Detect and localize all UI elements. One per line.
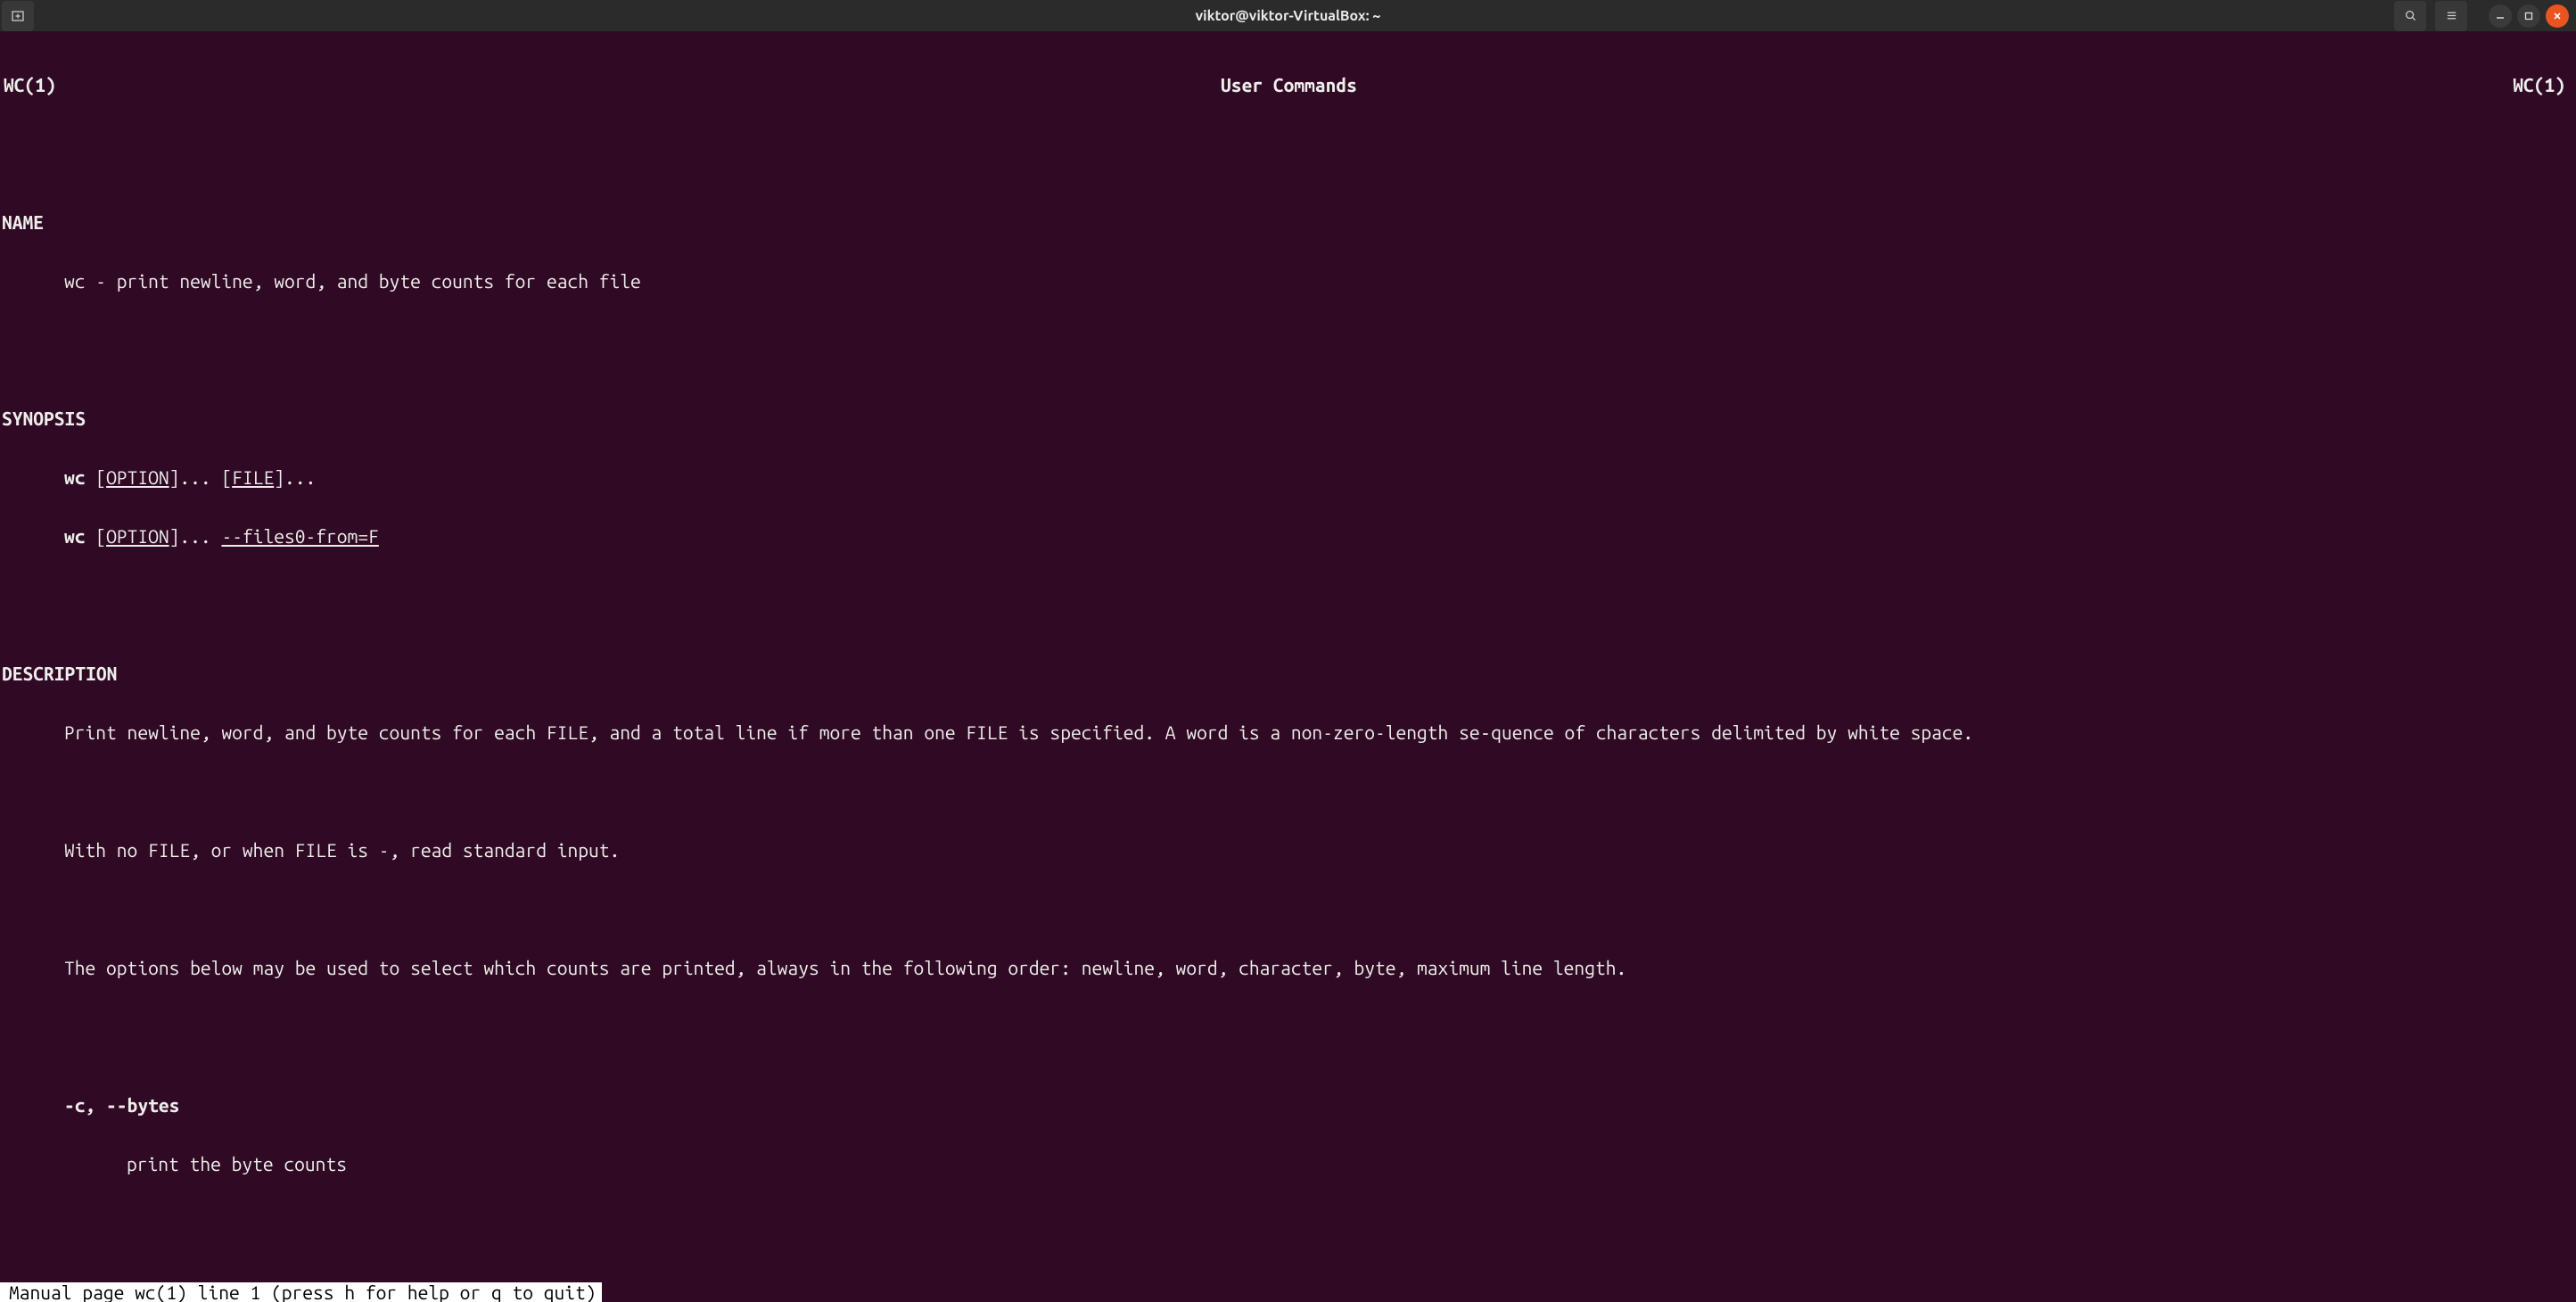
description-para-3: The options below may be used to select …	[2, 958, 2576, 977]
man-header: WC(1) User Commands WC(1)	[2, 75, 2576, 95]
menu-button[interactable]	[2435, 1, 2467, 31]
section-heading-description: DESCRIPTION	[2, 663, 2576, 683]
man-header-center: User Commands	[75, 75, 2503, 95]
section-heading-name: NAME	[2, 212, 2576, 232]
terminal-viewport[interactable]: WC(1) User Commands WC(1) NAME wc - prin…	[0, 32, 2576, 1302]
man-header-right: WC(1)	[2503, 75, 2574, 95]
option-desc: print the byte counts	[2, 1154, 2576, 1174]
synopsis-line-2: wc [OPTION]... --files0-from=F	[2, 526, 2576, 546]
search-button[interactable]	[2394, 1, 2426, 31]
man-page-content: WC(1) User Commands WC(1) NAME wc - prin…	[0, 36, 2576, 1302]
synopsis-line-1: wc [OPTION]... [FILE]...	[2, 467, 2576, 487]
name-text: wc - print newline, word, and byte count…	[2, 271, 2576, 291]
pager-status-line: Manual page wc(1) line 1 (press h for he…	[0, 1282, 602, 1302]
section-heading-synopsis: SYNOPSIS	[2, 408, 2576, 428]
maximize-button[interactable]	[2517, 4, 2540, 28]
window-title: viktor@viktor-VirtualBox: ~	[0, 8, 2576, 24]
description-para-2: With no FILE, or when FILE is -, read st…	[2, 840, 2576, 860]
titlebar: viktor@viktor-VirtualBox: ~	[0, 0, 2576, 32]
option-flags: -c, --bytes	[2, 1095, 2576, 1115]
close-button[interactable]	[2546, 4, 2569, 28]
new-tab-button[interactable]	[2, 1, 34, 31]
man-header-left: WC(1)	[4, 75, 75, 95]
minimize-button[interactable]	[2489, 4, 2512, 28]
description-para-1: Print newline, word, and byte counts for…	[2, 722, 2576, 742]
